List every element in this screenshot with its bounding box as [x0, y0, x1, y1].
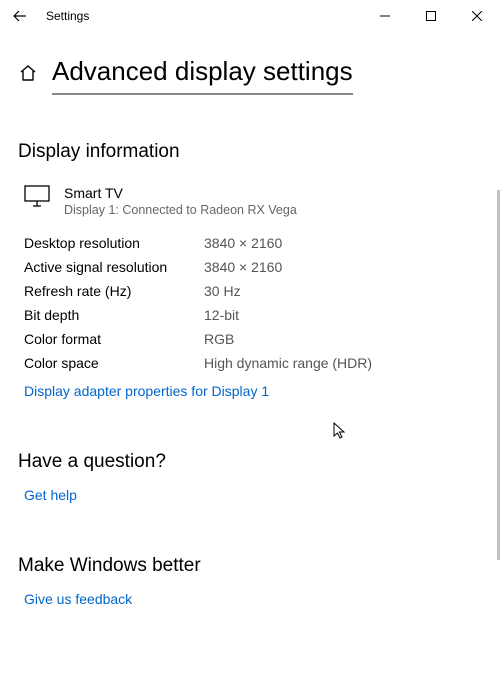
row-label: Color space	[24, 355, 204, 371]
row-value: 12-bit	[204, 307, 482, 323]
row-label: Desktop resolution	[24, 235, 204, 251]
page-title: Advanced display settings	[52, 56, 353, 95]
row-value: 3840 × 2160	[204, 235, 482, 251]
row-value: High dynamic range (HDR)	[204, 355, 482, 371]
close-button[interactable]	[454, 0, 500, 32]
minimize-button[interactable]	[362, 0, 408, 32]
minimize-icon	[380, 11, 390, 21]
display-properties-table: Desktop resolution 3840 × 2160 Active si…	[18, 235, 482, 371]
back-button[interactable]	[0, 9, 40, 23]
titlebar: Settings	[0, 0, 500, 32]
make-windows-better-heading: Make Windows better	[18, 555, 482, 577]
home-icon	[18, 63, 38, 83]
get-help-link[interactable]: Get help	[18, 487, 482, 503]
display-subtitle: Display 1: Connected to Radeon RX Vega	[64, 203, 297, 217]
home-button[interactable]	[18, 63, 38, 88]
row-value: 3840 × 2160	[204, 259, 482, 275]
row-label: Refresh rate (Hz)	[24, 283, 204, 299]
display-info-text: Smart TV Display 1: Connected to Radeon …	[64, 185, 297, 217]
adapter-properties-link[interactable]: Display adapter properties for Display 1	[18, 383, 482, 399]
content-area: Display information Smart TV Display 1: …	[0, 105, 500, 607]
close-icon	[472, 11, 482, 21]
maximize-button[interactable]	[408, 0, 454, 32]
row-label: Bit depth	[24, 307, 204, 323]
row-value: 30 Hz	[204, 283, 482, 299]
window-title: Settings	[40, 9, 89, 23]
monitor-icon	[24, 185, 50, 212]
give-feedback-link[interactable]: Give us feedback	[18, 591, 482, 607]
page-header: Advanced display settings	[0, 32, 500, 105]
row-label: Active signal resolution	[24, 259, 204, 275]
row-label: Color format	[24, 331, 204, 347]
back-arrow-icon	[13, 9, 27, 23]
display-card: Smart TV Display 1: Connected to Radeon …	[18, 185, 482, 217]
row-value: RGB	[204, 331, 482, 347]
display-name: Smart TV	[64, 185, 297, 201]
window-controls	[362, 0, 500, 32]
maximize-icon	[426, 11, 436, 21]
display-info-heading: Display information	[18, 141, 482, 163]
have-a-question-heading: Have a question?	[18, 451, 482, 473]
